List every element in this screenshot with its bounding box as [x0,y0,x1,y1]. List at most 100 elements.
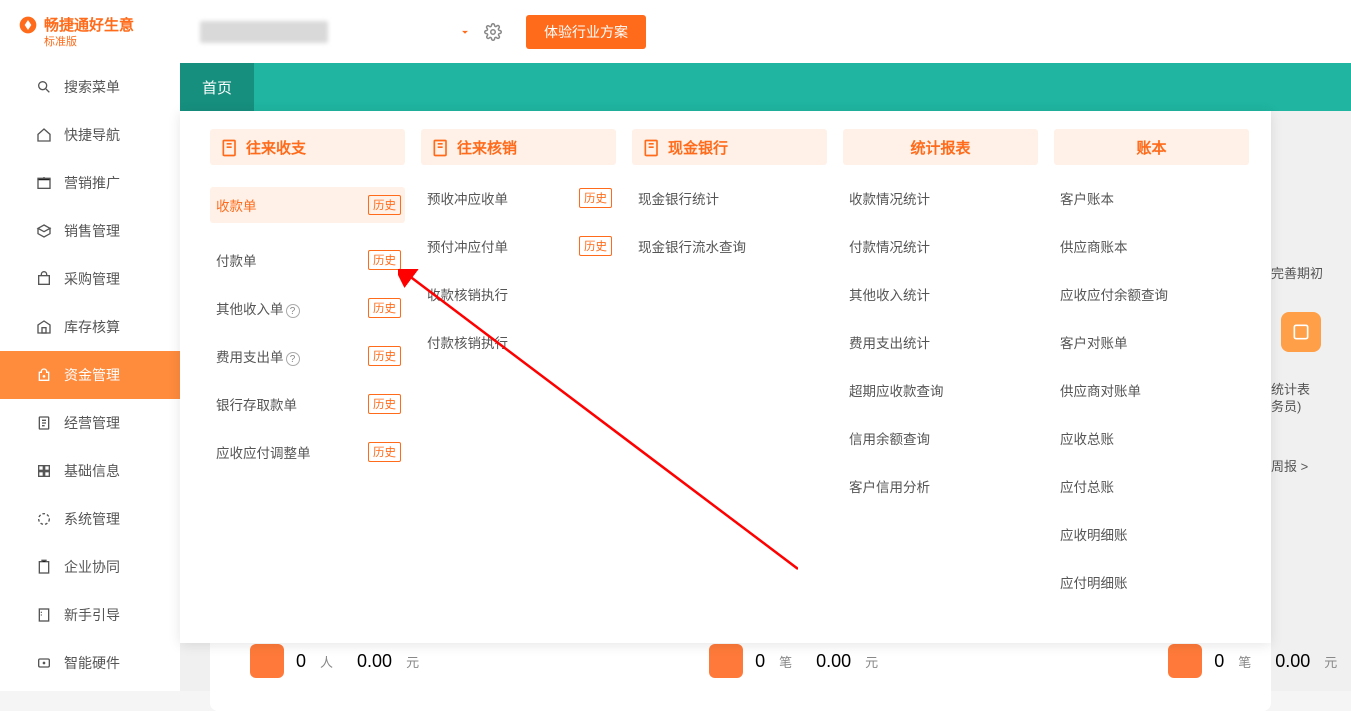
mega-column-header: 现金银行 [632,129,827,165]
mega-item-label: 现金银行统计 [638,188,823,208]
sidebar-item-label: 企业协同 [64,557,120,577]
mega-menu-item[interactable]: 应收总账 [1054,427,1249,449]
mega-column: 往来核销预收冲应收单历史预付冲应付单历史收款核销执行付款核销执行 [421,129,616,593]
gear-icon[interactable] [484,23,502,41]
mega-menu-item[interactable]: 客户信用分析 [843,475,1038,497]
mega-item-label: 应收应付调整单 [216,442,368,462]
mega-menu-item[interactable]: 客户账本 [1054,187,1249,209]
mega-menu-item[interactable]: 信用余额查询 [843,427,1038,449]
sidebar-item-label: 营销推广 [64,173,120,193]
mega-column-title: 账本 [1136,137,1166,158]
hint-text: 完善期初 [1271,263,1323,282]
sidebar-item-purchase[interactable]: 采购管理 [0,255,180,303]
main: 首页 往来收支收款单历史付款单历史其他收入单?历史费用支出单?历史银行存取款单历… [180,63,1351,691]
mega-menu-item[interactable]: 其他收入单?历史 [210,297,405,319]
sidebar-item-operation[interactable]: 经营管理 [0,399,180,447]
enterprise-icon [36,559,52,575]
mega-item-label: 预付冲应付单 [427,236,579,256]
sidebar-item-system[interactable]: 系统管理 [0,495,180,543]
sidebar-item-newbie[interactable]: 新手引导 [0,591,180,639]
mega-item-label: 供应商账本 [1060,236,1245,256]
hint-text: 统计表 [1271,382,1310,397]
header-company-selector[interactable] [200,21,328,43]
brand-edition: 标准版 [44,33,77,49]
history-tag[interactable]: 历史 [368,442,401,462]
sidebar-item-label: 智能硬件 [64,653,120,673]
mega-menu-item[interactable]: 收款单历史 [210,187,405,223]
history-tag[interactable]: 历史 [579,236,612,256]
operation-icon [36,415,52,431]
mega-item-label: 应收总账 [1060,428,1245,448]
sidebar-item-label: 基础信息 [64,461,120,481]
mega-menu-item[interactable]: 预收冲应收单历史 [421,187,616,209]
mega-menu-item[interactable]: 银行存取款单历史 [210,393,405,415]
history-tag[interactable]: 历史 [368,250,401,270]
mega-column: 往来收支收款单历史付款单历史其他收入单?历史费用支出单?历史银行存取款单历史应收… [210,129,405,593]
history-tag[interactable]: 历史 [579,188,612,208]
stat-value: 0 [1214,651,1224,672]
sidebar-item-label: 采购管理 [64,269,120,289]
mega-menu-item[interactable]: 收款情况统计 [843,187,1038,209]
mega-item-label: 客户账本 [1060,188,1245,208]
stat-value: 0 [755,651,765,672]
mega-menu-item[interactable]: 现金银行流水查询 [632,235,827,257]
mega-menu-item[interactable]: 付款情况统计 [843,235,1038,257]
industry-plan-button[interactable]: 体验行业方案 [526,15,646,49]
chevron-down-icon[interactable] [458,25,472,39]
mega-menu-item[interactable]: 应收明细账 [1054,523,1249,545]
sidebar-item-enterprise[interactable]: 企业协同 [0,543,180,591]
mega-menu-item[interactable]: 应收应付调整单历史 [210,441,405,463]
sidebar-item-basic[interactable]: 基础信息 [0,447,180,495]
mega-menu-item[interactable]: 应付总账 [1054,475,1249,497]
sidebar-item-search[interactable]: 搜索菜单 [0,63,180,111]
mega-menu-item[interactable]: 费用支出统计 [843,331,1038,353]
mega-menu-item[interactable]: 应收应付余额查询 [1054,283,1249,305]
mega-menu-item[interactable]: 超期应收款查询 [843,379,1038,401]
help-icon[interactable]: ? [286,352,300,366]
mega-item-label: 供应商对账单 [1060,380,1245,400]
history-tag[interactable]: 历史 [368,195,401,215]
sidebar-item-inventory[interactable]: 库存核算 [0,303,180,351]
stat-card: 0人 0.00元 [250,644,419,678]
mega-menu-item[interactable]: 收款核销执行 [421,283,616,305]
sidebar-item-label: 经营管理 [64,413,120,433]
mega-menu-item[interactable]: 其他收入统计 [843,283,1038,305]
mega-menu-item[interactable]: 付款单历史 [210,249,405,271]
help-icon[interactable]: ? [286,304,300,318]
stat-amount: 0.00 [816,651,851,672]
tab-home[interactable]: 首页 [180,63,254,111]
mega-menu-item[interactable]: 应付明细账 [1054,571,1249,593]
mega-item-label: 收款情况统计 [849,188,1034,208]
mega-column-header: 统计报表 [843,129,1038,165]
document-icon [431,138,449,156]
stat-amount: 0.00 [1275,651,1310,672]
mega-item-label: 应付总账 [1060,476,1245,496]
sidebar-item-hardware[interactable]: 智能硬件 [0,639,180,687]
history-tag[interactable]: 历史 [368,346,401,366]
history-tag[interactable]: 历史 [368,298,401,318]
mega-menu-item[interactable]: 付款核销执行 [421,331,616,353]
mega-menu: 往来收支收款单历史付款单历史其他收入单?历史费用支出单?历史银行存取款单历史应收… [180,111,1271,643]
mega-menu-item[interactable]: 供应商对账单 [1054,379,1249,401]
history-tag[interactable]: 历史 [368,394,401,414]
stat-amount: 0.00 [357,651,392,672]
report-shortcut-icon[interactable] [1281,312,1321,352]
mega-item-label: 费用支出单? [216,346,368,367]
mega-menu-item[interactable]: 预付冲应付单历史 [421,235,616,257]
mega-menu-item[interactable]: 现金银行统计 [632,187,827,209]
sidebar-item-marketing[interactable]: 营销推广 [0,159,180,207]
mega-menu-item[interactable]: 费用支出单?历史 [210,345,405,367]
stat-icon [1168,644,1202,678]
brand-logo-icon [18,15,38,35]
mega-item-label: 银行存取款单 [216,394,368,414]
hardware-icon [36,655,52,671]
mega-menu-item[interactable]: 供应商账本 [1054,235,1249,257]
sidebar-item-quicknav[interactable]: 快捷导航 [0,111,180,159]
weekly-report-link[interactable]: 周报 > [1271,456,1308,475]
hint-text: 务员) [1271,399,1301,414]
sidebar-item-sales[interactable]: 销售管理 [0,207,180,255]
mega-column: 统计报表收款情况统计付款情况统计其他收入统计费用支出统计超期应收款查询信用余额查… [843,129,1038,593]
mega-menu-item[interactable]: 客户对账单 [1054,331,1249,353]
sidebar-item-funds[interactable]: 资金管理 [0,351,180,399]
right-sidebar-hints: 完善期初 统计表 务员) 周报 > [1271,173,1351,475]
